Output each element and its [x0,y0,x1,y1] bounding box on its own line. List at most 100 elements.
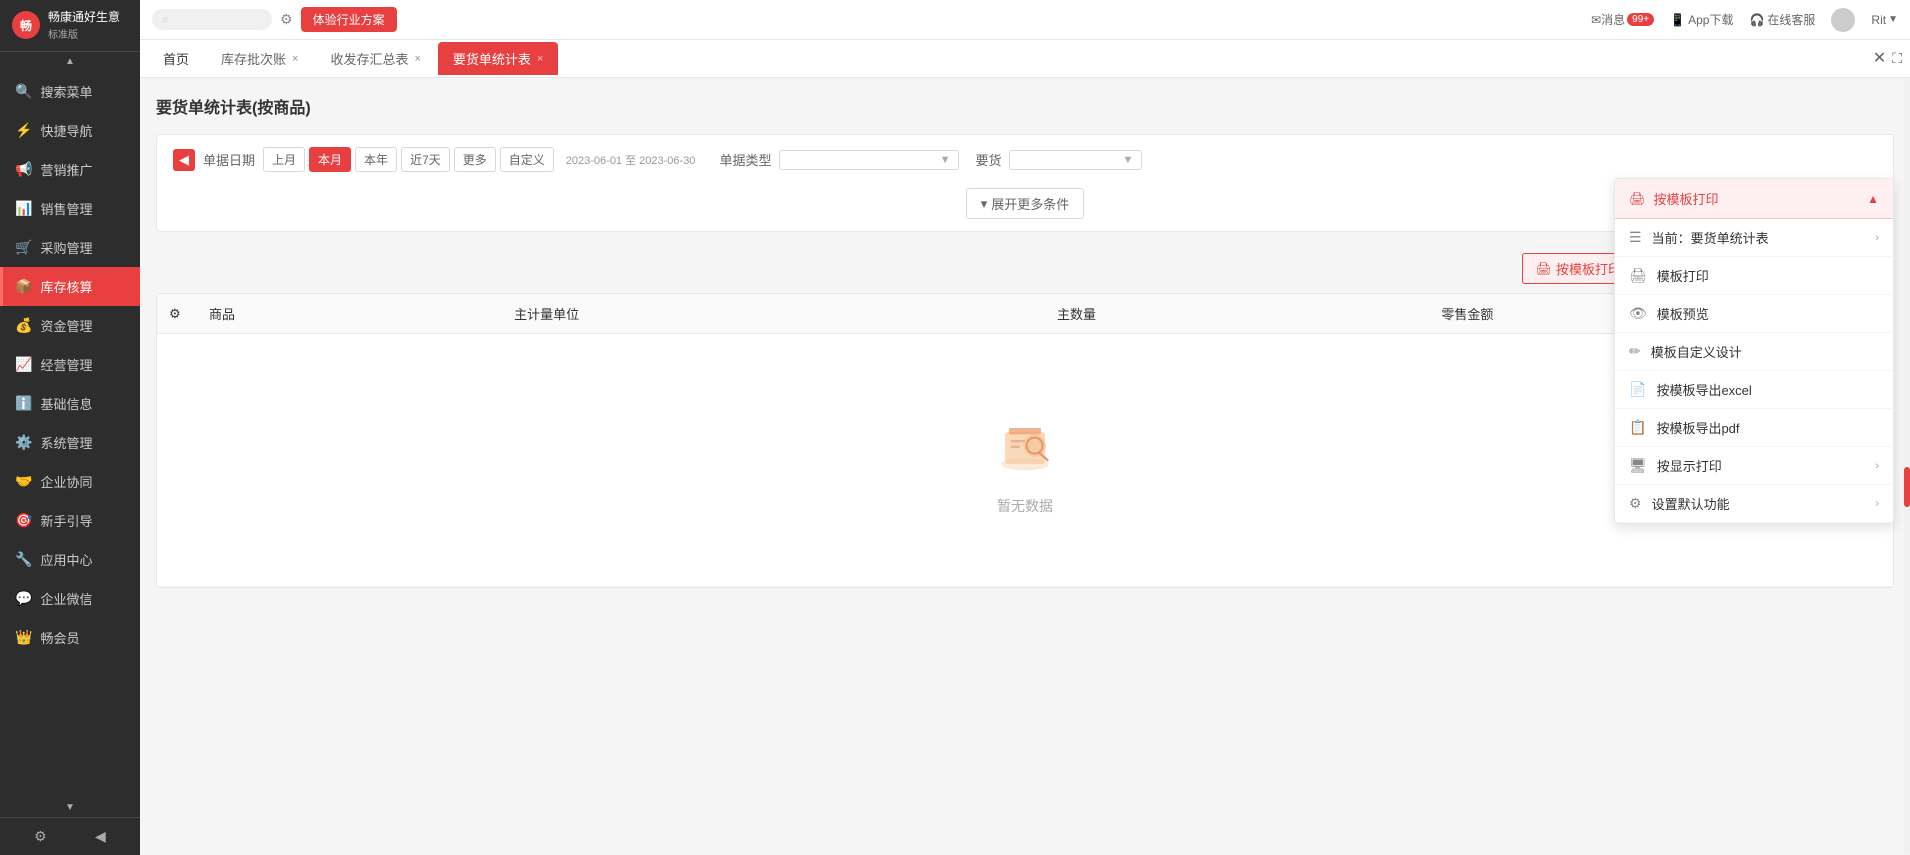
date-btn-current-year[interactable]: 本年 [355,147,397,172]
tab-order-stats-close[interactable]: × [537,53,543,65]
set-default-icon: ⚙ [1629,495,1642,512]
order-type-select[interactable]: ▼ [1009,150,1142,170]
chevron-down-icon2: ▼ [1122,154,1133,166]
sidebar-item-quick-nav[interactable]: ⚡ 快捷导航 [0,111,140,150]
header-search-box[interactable]: ⌕ [152,9,272,30]
template-icon: ☰ [1629,229,1642,246]
sidebar-item-purchase[interactable]: 🛒 采购管理 [0,228,140,267]
tab-home-label: 首页 [163,49,189,68]
table-col-quantity: 主数量 [1045,294,1429,334]
sidebar-item-label: 企业协同 [40,472,92,491]
tab-bar-expand-button[interactable]: ⛶ [1892,50,1902,67]
display-print-label: 按显示打印 [1657,456,1722,475]
sidebar-item-label: 销售管理 [40,199,92,218]
chevron-down-icon3: ▾ [981,196,988,212]
tab-inventory-batch-close[interactable]: × [292,53,298,65]
dropdown-template-custom-label: 模板自定义设计 [1651,342,1742,361]
collapse-footer-icon[interactable]: ◀ [95,828,106,845]
filter-expand-arrow[interactable]: ◀ [173,149,195,171]
dropdown-set-default[interactable]: ⚙ 设置默认功能 › [1615,485,1893,523]
sidebar-item-app-center[interactable]: 🔧 应用中心 [0,540,140,579]
sidebar-scroll-down[interactable]: ▼ [0,797,140,817]
dropdown-chevron-up[interactable]: ▲ [1867,192,1879,206]
tab-inventory-batch[interactable]: 库存批次账 × [206,42,313,75]
sidebar-item-label: 经营管理 [40,355,92,374]
empty-state-text: 暂无数据 [997,496,1053,516]
messages-badge: 99+ [1627,13,1654,26]
dropdown-template-custom[interactable]: ✏ 模板自定义设计 [1615,333,1893,371]
template-custom-icon: ✏ [1629,343,1641,360]
mobile-icon: 📱 [1670,13,1685,27]
tab-receipt-summary[interactable]: 收发存汇总表 × [315,42,435,75]
messages-label: 消息 [1601,11,1625,28]
sidebar-item-operations[interactable]: 📈 经营管理 [0,345,140,384]
chevron-right-icon: › [1875,232,1879,244]
sidebar-item-label: 畅会员 [40,628,79,647]
enterprise-icon: 🤝 [15,473,32,490]
date-filter-label: 单据日期 [203,150,255,169]
type-filter-select[interactable]: ▼ [779,150,959,170]
table-col-unit: 主计量单位 [502,294,1045,334]
sidebar-item-system[interactable]: ⚙️ 系统管理 [0,423,140,462]
header-right: ✉ 消息 99+ 📱 App下载 🎧 在线客服 Rit ▼ [1591,8,1898,32]
sidebar-item-label: 资金管理 [40,316,92,335]
chevron-right-icon2: › [1875,460,1879,472]
sidebar-scroll-up[interactable]: ▲ [0,52,140,72]
set-default-left: ⚙ 设置默认功能 [1629,494,1730,513]
app-download-label: App下载 [1688,11,1733,28]
dropdown-template-preview-label: 模板预览 [1657,304,1709,323]
expand-more-conditions-button[interactable]: ▾ 展开更多条件 [966,188,1085,219]
sidebar-item-marketing[interactable]: 📢 营销推广 [0,150,140,189]
scrollbar-track[interactable] [1904,78,1910,855]
top-header: ⌕ ⚙ 体验行业方案 ✉ 消息 99+ 📱 App下载 🎧 在线客服 [140,0,1910,40]
sidebar-item-member[interactable]: 👑 畅会员 [0,618,140,657]
sidebar-item-enterprise[interactable]: 🤝 企业协同 [0,462,140,501]
messages-item[interactable]: ✉ 消息 99+ [1591,11,1654,28]
sidebar-item-newbie[interactable]: 🎯 新手引导 [0,501,140,540]
app-download-item[interactable]: 📱 App下载 [1670,11,1733,28]
purchase-icon: 🛒 [15,239,32,256]
tab-order-stats[interactable]: 要货单统计表 × [438,42,558,75]
print-template-label: 按模板打印 [1556,259,1621,278]
dropdown-template-preview[interactable]: 👁 模板预览 [1615,295,1893,333]
date-btn-current-month[interactable]: 本月 [309,147,351,172]
date-btn-more[interactable]: 更多 [454,147,496,172]
tab-receipt-summary-close[interactable]: × [414,53,420,65]
order-type-filter-label: 要货 [975,150,1001,169]
user-name-item[interactable]: Rit ▼ [1871,13,1898,27]
sidebar-item-finance[interactable]: 💰 资金管理 [0,306,140,345]
dropdown-template-print[interactable]: 🖨 模板打印 [1615,257,1893,295]
date-btn-last-7days[interactable]: 近7天 [401,147,450,172]
industry-solution-button[interactable]: 体验行业方案 [301,7,397,32]
sidebar-item-inventory[interactable]: 📦 库存核算 [0,267,140,306]
sidebar-item-sales[interactable]: 📊 销售管理 [0,189,140,228]
sidebar-item-wechat[interactable]: 💬 企业微信 [0,579,140,618]
tab-order-stats-label: 要货单统计表 [453,49,531,68]
tab-inventory-batch-label: 库存批次账 [221,49,286,68]
main-area: ⌕ ⚙ 体验行业方案 ✉ 消息 99+ 📱 App下载 🎧 在线客服 [140,0,1910,855]
tab-bar-right: ✕ ⛶ [1873,50,1902,67]
online-service-item[interactable]: 🎧 在线客服 [1749,11,1815,28]
sidebar-item-label: 库存核算 [40,277,92,296]
print-template-dropdown: 🖨 按模板打印 ▲ ☰ 当前：要货单统计表 › 🖨 模板打印 👁 模板预览 ✏ [1614,178,1894,524]
date-btn-prev-month[interactable]: 上月 [263,147,305,172]
user-avatar-item[interactable] [1831,8,1855,32]
sidebar-item-basic-info[interactable]: ℹ️ 基础信息 [0,384,140,423]
printer-dropdown-icon: 🖨 [1629,191,1646,207]
pdf-icon: 📋 [1629,419,1646,436]
date-btn-custom[interactable]: 自定义 [500,147,554,172]
table-settings-col[interactable]: ⚙ [157,294,197,334]
settings-footer-icon[interactable]: ⚙ [34,828,47,845]
sidebar-item-search[interactable]: 🔍 搜索菜单 [0,72,140,111]
dropdown-export-excel[interactable]: 📄 按模板导出excel [1615,371,1893,409]
tab-home[interactable]: 首页 [148,42,204,75]
dropdown-export-pdf[interactable]: 📋 按模板导出pdf [1615,409,1893,447]
settings-icon[interactable]: ⚙ [280,11,293,28]
tab-bar-close-button[interactable]: ✕ [1873,51,1886,67]
dropdown-current-template[interactable]: ☰ 当前：要货单统计表 › [1615,219,1893,257]
tab-bar: 首页 库存批次账 × 收发存汇总表 × 要货单统计表 × ✕ ⛶ [140,40,1910,78]
app-version: 标准版 [48,26,120,41]
scrollbar-thumb[interactable] [1904,467,1910,507]
dropdown-display-print[interactable]: 🖥 按显示打印 › [1615,447,1893,485]
dropdown-current-label: 当前：要货单统计表 [1652,228,1769,247]
